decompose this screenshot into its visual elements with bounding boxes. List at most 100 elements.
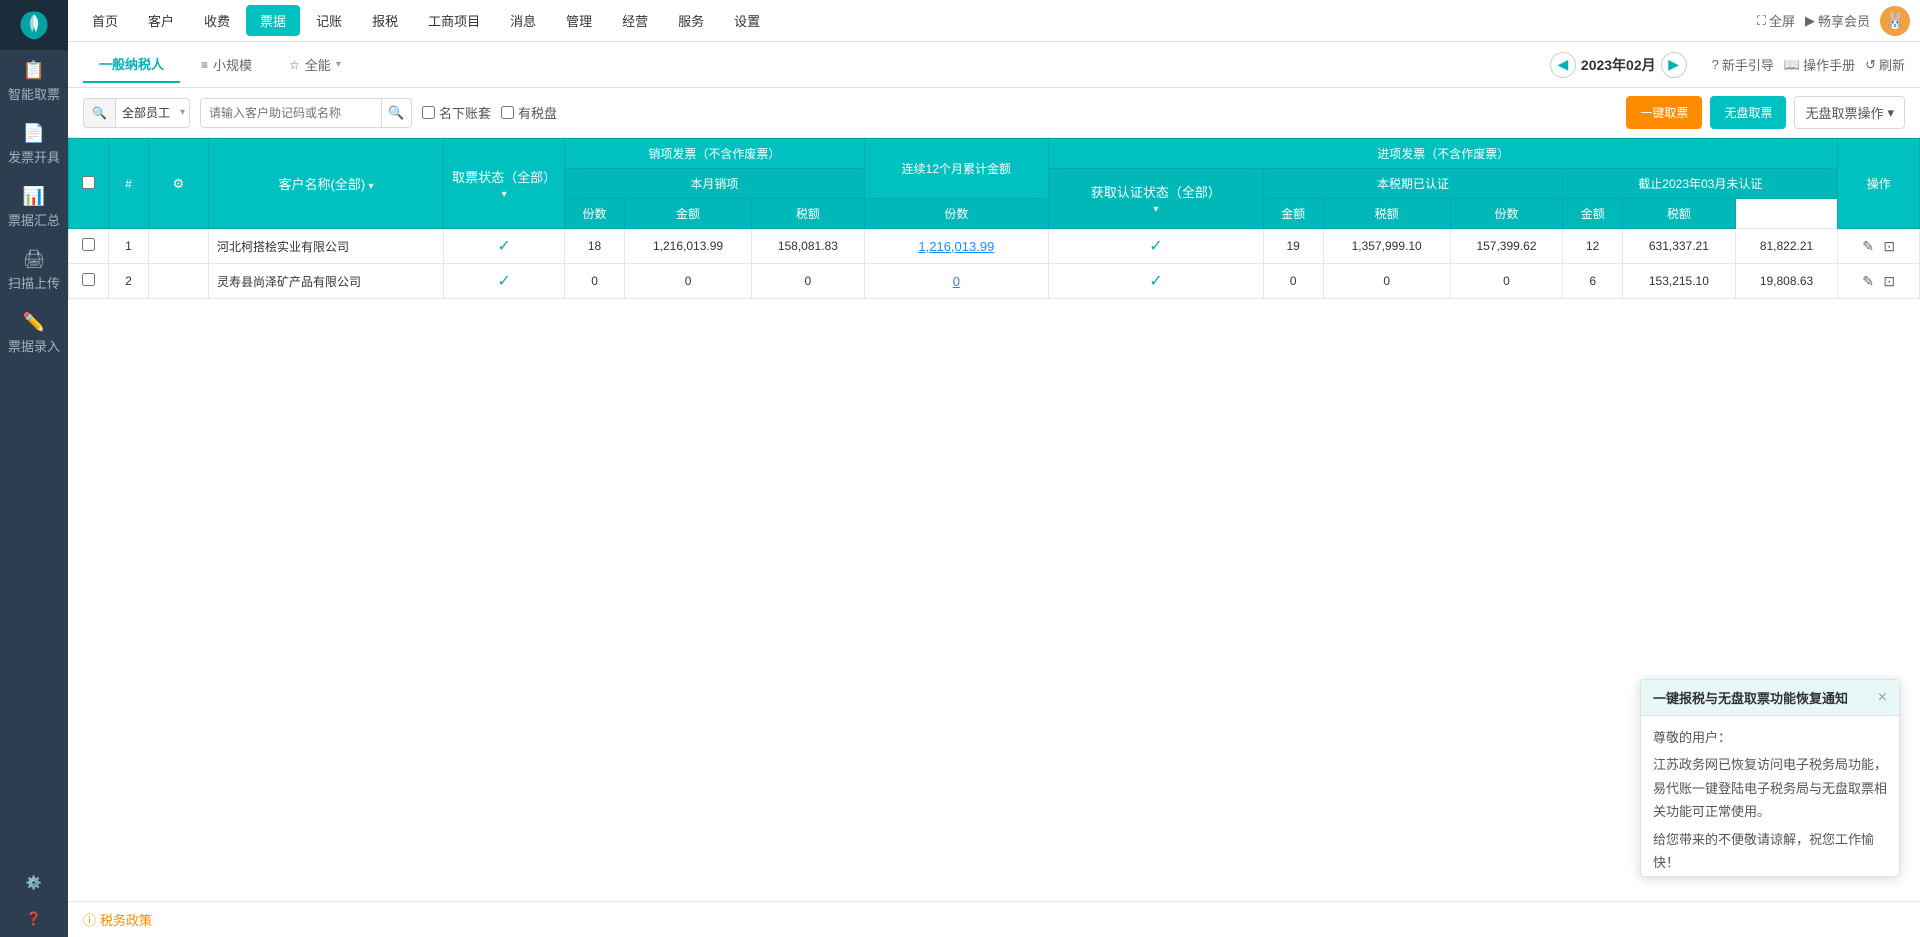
guide-link[interactable]: ? 新手引导 (1712, 55, 1774, 74)
settings-bottom-icon: ⚙️ (26, 875, 42, 891)
sidebar-logo[interactable] (0, 0, 68, 50)
page-footer: ⓘ 税务政策 (68, 901, 1920, 937)
notif-line3: 给您带来的不便敬请谅解，祝您工作愉快！ (1653, 828, 1887, 875)
th-this-month: 本月销项 (565, 169, 865, 199)
sidebar-bottom: ⚙️ ❓ (0, 865, 68, 937)
row-checkbox-1[interactable] (69, 264, 109, 299)
row-num-0: 1 (109, 229, 149, 264)
cert-status-icon: ✓ (1149, 238, 1162, 255)
sidebar-item-luru[interactable]: ✏️ 票据录入 (0, 302, 68, 365)
12month-link-0[interactable]: 1,216,013.99 (918, 239, 994, 254)
cert-status-filter-icon[interactable]: ▾ (1153, 204, 1158, 215)
th-cert-amount: 金额 (1263, 199, 1323, 229)
nav-message[interactable]: 消息 (496, 5, 550, 36)
search-box: 🔍 (200, 98, 412, 128)
notification-title: 一键报税与无盘取票功能恢复通知 (1653, 688, 1848, 707)
sidebar-item-help[interactable]: ❓ (0, 901, 68, 937)
checkbox-taxpanel-label[interactable]: 有税盘 (501, 103, 557, 122)
row-cert-tax-1: 0 (1450, 264, 1563, 299)
copy-icon-1[interactable]: ⊡ (1883, 273, 1895, 289)
employee-select-arrow: ▾ (176, 107, 189, 118)
fullscreen-btn[interactable]: ⛶ 全屏 (1757, 11, 1795, 30)
nav-bookkeeping[interactable]: 记账 (302, 5, 356, 36)
row-settings-1 (149, 264, 209, 299)
info-icon: ⓘ (83, 910, 96, 929)
row-uncert-copies-1: 6 (1563, 264, 1623, 299)
nav-service[interactable]: 服务 (664, 5, 718, 36)
manual-link[interactable]: 📖 操作手册 (1784, 55, 1855, 74)
member-btn[interactable]: ▶ 畅享会员 (1805, 11, 1870, 30)
edit-icon-0[interactable]: ✎ (1862, 238, 1874, 254)
nav-tax[interactable]: 报税 (358, 5, 412, 36)
row-uncert-tax-1: 19,808.63 (1735, 264, 1838, 299)
nav-operation[interactable]: 经营 (608, 5, 662, 36)
search-input[interactable] (201, 106, 381, 120)
tab-bar: 一般纳税人 ≡ 小规模 ☆ 全能 ▾ ◀ 2023年02月 ▶ ? 新手引导 (68, 42, 1920, 88)
settings-col-icon[interactable]: ⚙ (173, 176, 185, 191)
row-12month-1[interactable]: 0 (864, 264, 1048, 299)
refresh-link[interactable]: ↺ 刷新 (1865, 55, 1905, 74)
nav-invoice[interactable]: 票据 (246, 5, 300, 36)
smart-ticket-icon: 📋 (23, 60, 45, 81)
th-sales-tax: 税额 (752, 199, 865, 229)
employee-select-label: 🔍 (84, 99, 116, 127)
nav-settings[interactable]: 设置 (720, 5, 774, 36)
nav-customer[interactable]: 客户 (134, 5, 188, 36)
nav-home[interactable]: 首页 (78, 5, 132, 36)
row-uncert-copies-0: 12 (1563, 229, 1623, 264)
employee-select-value: 全部员工 (116, 104, 176, 121)
nav-charge[interactable]: 收费 (190, 5, 244, 36)
checkbox-taxpanel[interactable] (501, 106, 514, 119)
sidebar-item-piaojuhuizong[interactable]: 📊 票据汇总 (0, 176, 68, 239)
cert-status-icon: ✓ (1149, 273, 1162, 290)
invoice-table: # ⚙ 客户名称(全部) ▾ 取票状态（全部） ▾ 销项发票（不含作废票） (68, 138, 1920, 299)
sidebar-label-zhiduqupiao: 智能取票 (8, 84, 60, 103)
invoice-summary-icon: 📊 (23, 186, 45, 207)
row-cert-copies-0: 19 (1263, 229, 1323, 264)
th-cert-copies: 份数 (864, 199, 1048, 229)
tab-general-taxpayer[interactable]: 一般纳税人 (83, 46, 180, 83)
date-prev-btn[interactable]: ◀ (1550, 52, 1576, 78)
notification-close-btn[interactable]: × (1878, 689, 1887, 707)
th-purchase-group: 进项发票（不含作废票） (1049, 139, 1838, 169)
row-12month-0[interactable]: 1,216,013.99 (864, 229, 1048, 264)
employee-selector[interactable]: 🔍 全部员工 ▾ (83, 98, 190, 128)
checkbox-account[interactable] (422, 106, 435, 119)
edit-icon-1[interactable]: ✎ (1862, 273, 1874, 289)
th-this-period-cert: 本税期已认证 (1263, 169, 1563, 199)
topnav-right: ⛶ 全屏 ▶ 畅享会员 🐰 (1757, 6, 1910, 36)
invoice-issue-icon: 📄 (23, 123, 45, 144)
fullscreen-icon: ⛶ (1757, 13, 1766, 29)
date-next-btn[interactable]: ▶ (1661, 52, 1687, 78)
status-filter-icon[interactable]: ▾ (502, 189, 507, 200)
checkbox-taxpanel-text: 有税盘 (518, 103, 557, 122)
sidebar-label-piaojuhuizong: 票据汇总 (8, 210, 60, 229)
nav-manage[interactable]: 管理 (552, 5, 606, 36)
toolbar: 🔍 全部员工 ▾ 🔍 名下账套 有税盘 一键取票 无盘取票 无盘取票操作 (68, 88, 1920, 138)
notification-header: 一键报税与无盘取票功能恢复通知 × (1641, 680, 1899, 716)
th-cert-tax: 税额 (1323, 199, 1450, 229)
row-checkbox-0[interactable] (69, 229, 109, 264)
tax-policy-text: 税务政策 (100, 910, 152, 929)
search-button[interactable]: 🔍 (381, 98, 411, 128)
select-all-checkbox[interactable] (82, 176, 95, 189)
wupan-qupiao-btn[interactable]: 无盘取票 (1710, 96, 1786, 129)
copy-icon-0[interactable]: ⊡ (1883, 238, 1895, 254)
status-check-icon: ✓ (497, 273, 510, 290)
sidebar-item-fapiaokaiju[interactable]: 📄 发票开具 (0, 113, 68, 176)
tab-small-scale[interactable]: ≡ 小规模 (185, 47, 268, 82)
nav-business[interactable]: 工商项目 (414, 5, 494, 36)
checkbox-account-label[interactable]: 名下账套 (422, 103, 491, 122)
yijian-qupiao-btn[interactable]: 一键取票 (1626, 96, 1702, 129)
12month-link-1[interactable]: 0 (953, 274, 960, 289)
tax-policy-link[interactable]: ⓘ 税务政策 (83, 910, 152, 929)
user-avatar[interactable]: 🐰 (1880, 6, 1910, 36)
wupan-ops-btn[interactable]: 无盘取票操作 ▾ (1794, 96, 1905, 129)
row-settings-0 (149, 229, 209, 264)
row-num-1: 2 (109, 264, 149, 299)
customer-filter-icon[interactable]: ▾ (369, 181, 374, 192)
sidebar-item-zhiduqupiao[interactable]: 📋 智能取票 (0, 50, 68, 113)
sidebar-item-saomiao[interactable]: 🖨 扫描上传 (0, 239, 68, 302)
tab-all-capable[interactable]: ☆ 全能 ▾ (273, 47, 357, 82)
sidebar-item-settings[interactable]: ⚙️ (0, 865, 68, 901)
